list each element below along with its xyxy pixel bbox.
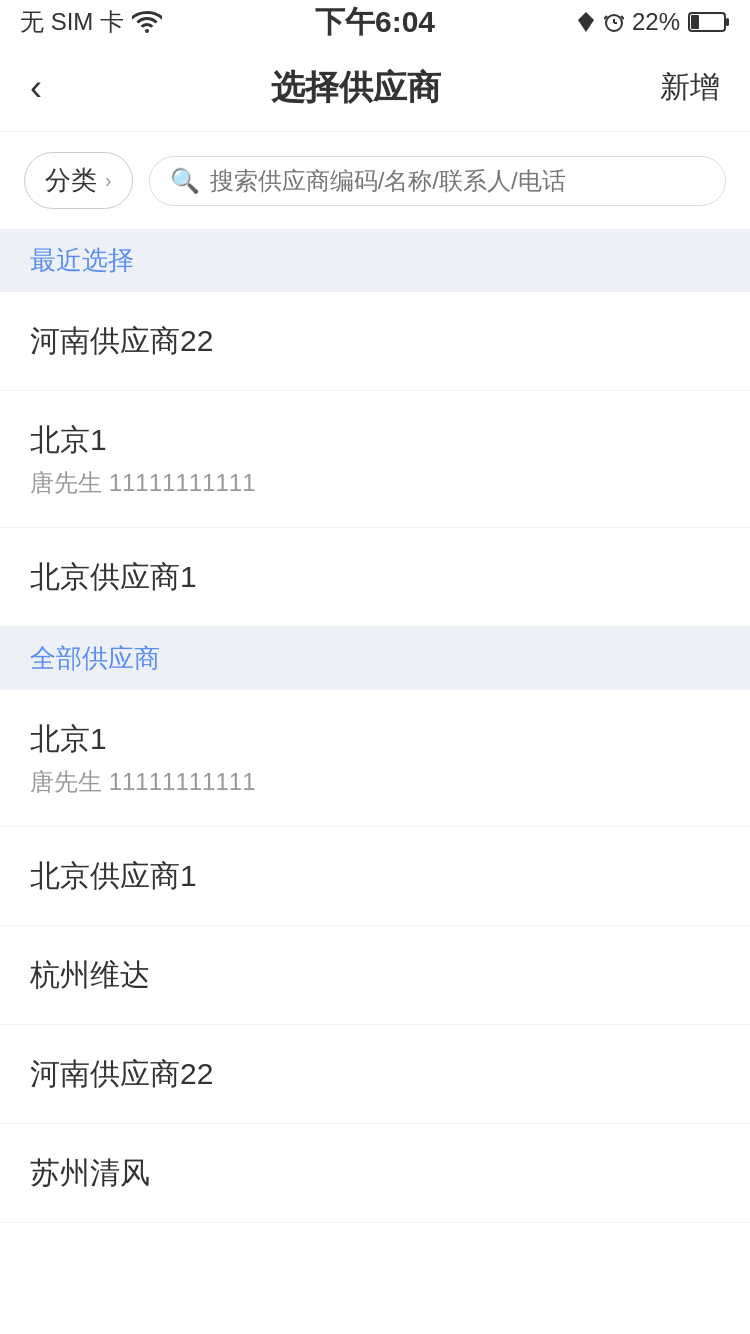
list-item[interactable]: 苏州清风 bbox=[0, 1124, 750, 1223]
search-box[interactable]: 🔍 bbox=[149, 156, 726, 206]
status-time: 下午6:04 bbox=[315, 2, 435, 43]
nav-bar: ‹ 选择供应商 新增 bbox=[0, 44, 750, 132]
list-item[interactable]: 杭州维达 bbox=[0, 926, 750, 1025]
item-name: 北京1 bbox=[30, 419, 720, 461]
status-bar: 无 SIM 卡 下午6:04 22% bbox=[0, 0, 750, 44]
item-name: 北京供应商1 bbox=[30, 556, 720, 598]
battery-text: 22% bbox=[632, 8, 680, 36]
wifi-icon bbox=[132, 11, 162, 33]
item-name: 河南供应商22 bbox=[30, 1053, 720, 1095]
list-item[interactable]: 河南供应商22 bbox=[0, 1025, 750, 1124]
svg-rect-4 bbox=[691, 15, 699, 29]
item-name: 苏州清风 bbox=[30, 1152, 720, 1194]
search-icon: 🔍 bbox=[170, 167, 200, 195]
location-icon bbox=[576, 12, 596, 32]
all-section-header: 全部供应商 bbox=[0, 627, 750, 690]
filter-bar: 分类 › 🔍 bbox=[0, 132, 750, 229]
all-section-label: 全部供应商 bbox=[30, 643, 160, 673]
list-item[interactable]: 北京供应商1 bbox=[0, 528, 750, 627]
recent-list: 河南供应商22 北京1 唐先生 11111111111 北京供应商1 bbox=[0, 292, 750, 627]
battery-icon bbox=[688, 11, 730, 33]
item-name: 河南供应商22 bbox=[30, 320, 720, 362]
list-item[interactable]: 北京1 唐先生 11111111111 bbox=[0, 391, 750, 528]
back-button[interactable]: ‹ bbox=[20, 57, 52, 119]
item-name: 北京1 bbox=[30, 718, 720, 760]
item-name: 北京供应商1 bbox=[30, 855, 720, 897]
recent-section-header: 最近选择 bbox=[0, 229, 750, 292]
list-item[interactable]: 北京供应商1 bbox=[0, 827, 750, 926]
category-label: 分类 bbox=[45, 163, 97, 198]
item-sub: 唐先生 11111111111 bbox=[30, 766, 720, 798]
add-button[interactable]: 新增 bbox=[660, 67, 720, 108]
item-sub: 唐先生 11111111111 bbox=[30, 467, 720, 499]
recent-section-label: 最近选择 bbox=[30, 245, 134, 275]
alarm-icon bbox=[604, 12, 624, 32]
search-input[interactable] bbox=[210, 167, 705, 195]
page-title: 选择供应商 bbox=[271, 65, 441, 111]
item-name: 杭州维达 bbox=[30, 954, 720, 996]
status-left: 无 SIM 卡 bbox=[20, 6, 162, 38]
category-button[interactable]: 分类 › bbox=[24, 152, 133, 209]
list-item[interactable]: 河南供应商22 bbox=[0, 292, 750, 391]
list-item[interactable]: 北京1 唐先生 11111111111 bbox=[0, 690, 750, 827]
chevron-right-icon: › bbox=[105, 169, 112, 192]
no-sim-text: 无 SIM 卡 bbox=[20, 6, 124, 38]
svg-rect-5 bbox=[726, 18, 729, 26]
status-right: 22% bbox=[576, 8, 730, 36]
all-list: 北京1 唐先生 11111111111 北京供应商1 杭州维达河南供应商22 苏州清风 bbox=[0, 690, 750, 1223]
